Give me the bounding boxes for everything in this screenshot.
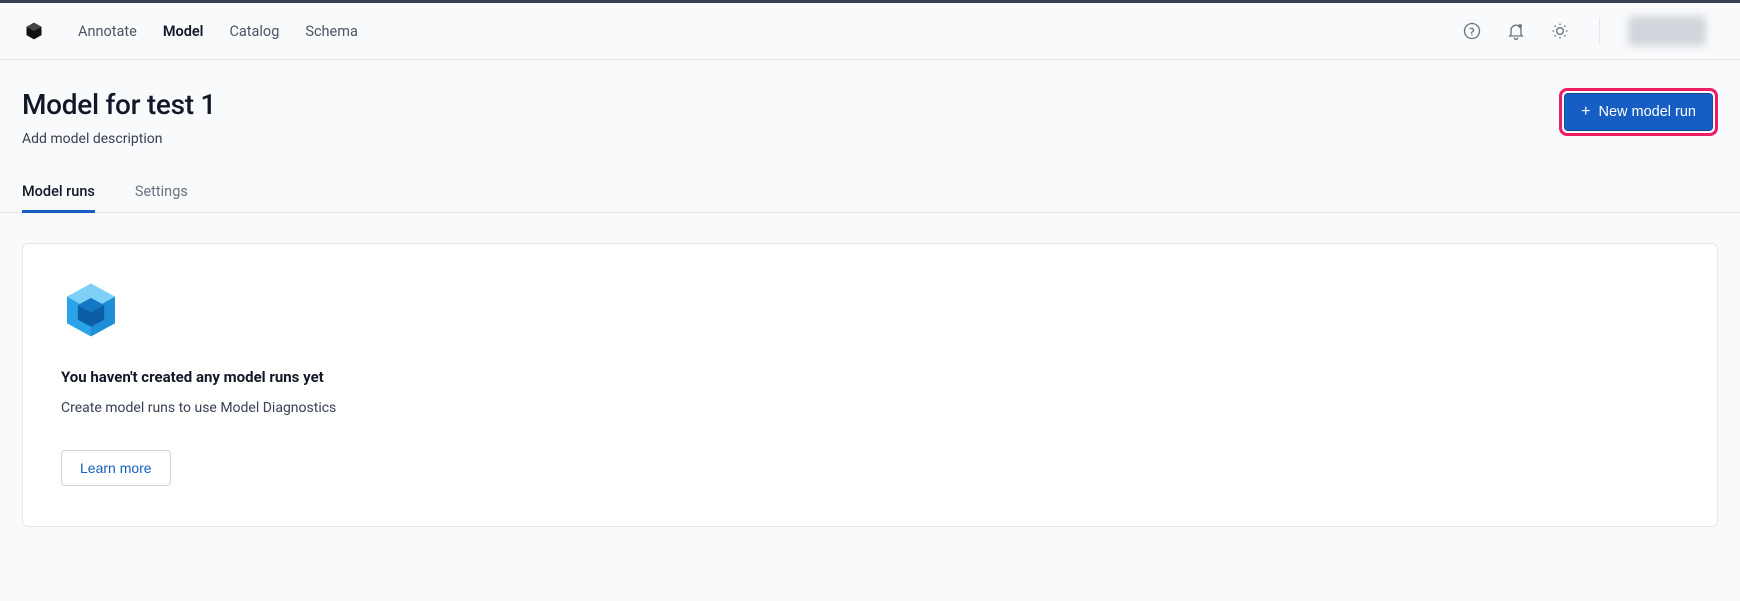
theme-toggle-button[interactable] xyxy=(1549,20,1571,42)
page-subtitle[interactable]: Add model description xyxy=(22,131,216,147)
topbar-divider xyxy=(1599,18,1600,44)
top-nav-bar: Annotate Model Catalog Schema xyxy=(0,3,1740,60)
new-model-run-button[interactable]: + New model run xyxy=(1564,93,1713,131)
app-logo[interactable] xyxy=(24,21,44,41)
primary-nav: Annotate Model Catalog Schema xyxy=(78,23,358,40)
tab-settings[interactable]: Settings xyxy=(135,183,188,213)
new-model-run-highlight: + New model run xyxy=(1559,88,1718,136)
page-header-text: Model for test 1 Add model description xyxy=(22,88,216,147)
nav-item-catalog[interactable]: Catalog xyxy=(229,23,279,40)
empty-state-card: You haven't created any model runs yet C… xyxy=(22,243,1718,527)
user-menu[interactable] xyxy=(1628,16,1706,46)
learn-more-button[interactable]: Learn more xyxy=(61,450,171,486)
bell-icon xyxy=(1506,21,1526,41)
new-model-run-button-label: New model run xyxy=(1598,104,1696,120)
tab-content: You haven't created any model runs yet C… xyxy=(0,213,1740,557)
diagnostics-hex-icon xyxy=(61,280,121,340)
nav-item-schema[interactable]: Schema xyxy=(305,23,357,40)
empty-state-text: Create model runs to use Model Diagnosti… xyxy=(61,400,1679,416)
help-button[interactable] xyxy=(1461,20,1483,42)
page-header: Model for test 1 Add model description +… xyxy=(0,60,1740,147)
topbar-actions xyxy=(1461,16,1716,46)
page-title: Model for test 1 xyxy=(22,88,216,121)
empty-state-title: You haven't created any model runs yet xyxy=(61,368,1679,386)
tabs: Model runs Settings xyxy=(0,183,1740,213)
nav-item-annotate[interactable]: Annotate xyxy=(78,23,137,40)
nav-item-model[interactable]: Model xyxy=(163,23,204,40)
tab-model-runs[interactable]: Model runs xyxy=(22,183,95,213)
help-circle-icon xyxy=(1462,21,1482,41)
sun-icon xyxy=(1550,21,1570,41)
notifications-button[interactable] xyxy=(1505,20,1527,42)
plus-icon: + xyxy=(1581,104,1590,120)
cube-icon xyxy=(24,21,44,41)
